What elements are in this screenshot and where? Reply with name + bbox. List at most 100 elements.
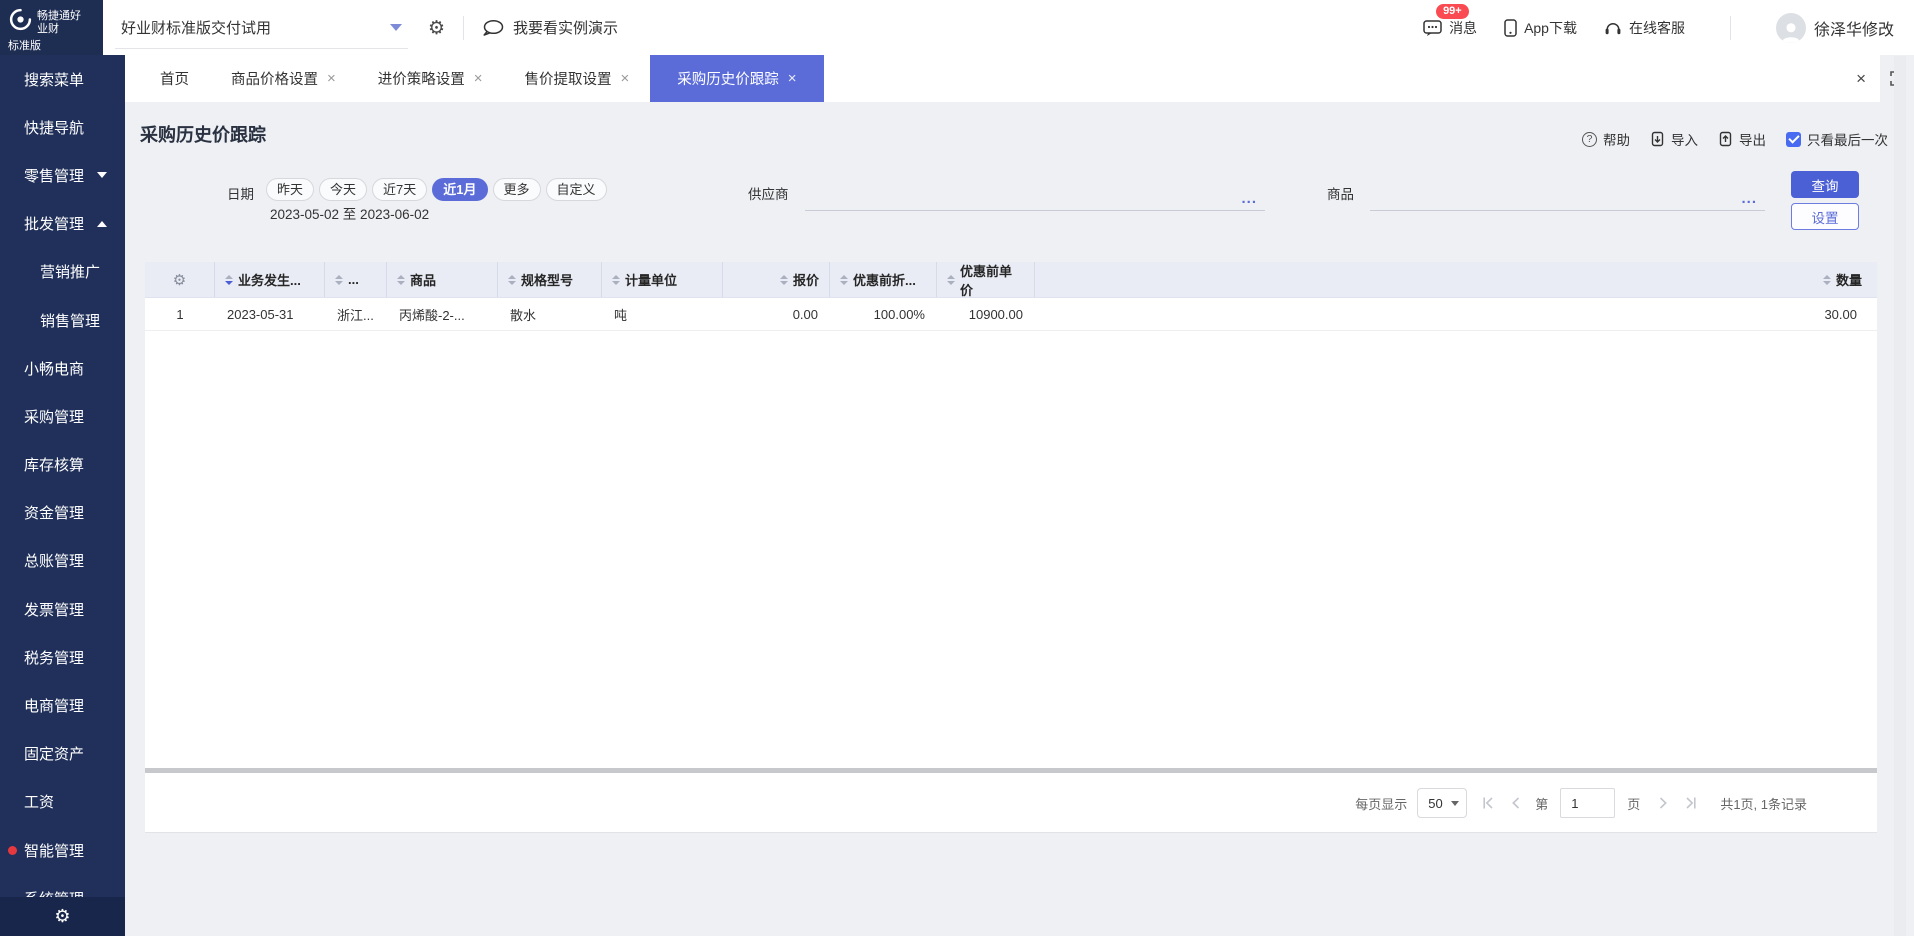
import-button[interactable]: 导入 xyxy=(1650,129,1698,149)
close-icon[interactable]: × xyxy=(327,71,336,86)
sort-icon[interactable] xyxy=(612,274,620,285)
sidebar-item-fixed-assets[interactable]: 固定资产 xyxy=(0,730,125,778)
tab-product-price-settings[interactable]: 商品价格设置 × xyxy=(210,55,357,102)
sidebar-item-marketing-promo[interactable]: 营销推广 xyxy=(0,248,125,296)
range-custom[interactable]: 自定义 xyxy=(545,178,607,201)
sort-icon[interactable] xyxy=(508,274,516,285)
range-today[interactable]: 今天 xyxy=(319,178,368,201)
sidebar-item-inventory-accounting[interactable]: 库存核算 xyxy=(0,441,125,489)
sort-icon[interactable] xyxy=(779,274,788,285)
cell-quote: 0.00 xyxy=(792,306,818,322)
online-support-button[interactable]: 在线客服 xyxy=(1604,18,1685,38)
sidebar-item-search-menu[interactable]: 搜索菜单 xyxy=(0,55,125,103)
supplier-input[interactable]: ... xyxy=(805,177,1265,211)
export-button[interactable]: 导出 xyxy=(1718,129,1766,149)
first-page-button[interactable] xyxy=(1481,796,1495,810)
sidebar-item-retail-mgmt[interactable]: 零售管理 xyxy=(0,151,125,199)
range-more[interactable]: 更多 xyxy=(492,178,541,201)
checkbox-checked-icon[interactable] xyxy=(1786,131,1801,147)
sidebar-item-wholesale-mgmt[interactable]: 批发管理 xyxy=(0,200,125,248)
header-quantity[interactable]: 数量 xyxy=(1035,262,1877,297)
only-last-checkbox[interactable]: 只看最后一次 xyxy=(1786,129,1888,149)
sort-icon[interactable] xyxy=(1822,274,1831,285)
header-pre-discount-price[interactable]: 优惠前单价 xyxy=(937,262,1035,298)
sidebar-item-invoice-mgmt[interactable]: 发票管理 xyxy=(0,585,125,633)
sort-icon[interactable] xyxy=(840,274,848,285)
product-picker-ellipsis[interactable]: ... xyxy=(1741,191,1757,206)
app-download-button[interactable]: App下载 xyxy=(1504,18,1577,38)
supplier-picker-ellipsis[interactable]: ... xyxy=(1241,191,1257,206)
table-row[interactable]: 1 2023-05-31 浙江... 丙烯酸-2-... 散水 吨 0.00 1… xyxy=(145,298,1877,331)
header-unit[interactable]: 计量单位 xyxy=(602,262,723,297)
close-all-tabs-icon[interactable]: × xyxy=(1856,55,1866,102)
close-icon[interactable]: × xyxy=(788,71,797,86)
header-business-date[interactable]: 业务发生... xyxy=(215,262,325,297)
header-pre-discount-rate[interactable]: 优惠前折... xyxy=(830,262,937,297)
page-number-input[interactable] xyxy=(1560,788,1616,818)
sidebar-item-general-ledger[interactable]: 总账管理 xyxy=(0,537,125,585)
sidebar-settings-bar[interactable]: ⚙ xyxy=(0,897,125,936)
close-icon[interactable]: × xyxy=(474,71,483,86)
tab-home[interactable]: 首页 xyxy=(139,55,210,102)
close-icon[interactable]: × xyxy=(621,71,630,86)
sort-icon[interactable] xyxy=(397,274,405,285)
sidebar-item-purchase-mgmt[interactable]: 采购管理 xyxy=(0,392,125,440)
column-settings-header[interactable]: ⚙ xyxy=(145,262,215,297)
range-yesterday[interactable]: 昨天 xyxy=(266,178,315,201)
tab-sale-price-extraction[interactable]: 售价提取设置 × xyxy=(504,55,651,102)
column-gear-icon[interactable]: ⚙ xyxy=(173,271,186,289)
header-quote[interactable]: 报价 xyxy=(723,262,830,297)
settings-button[interactable]: 设置 xyxy=(1791,203,1859,230)
sort-icon[interactable] xyxy=(225,274,233,285)
sidebar-item-sales-mgmt[interactable]: 销售管理 xyxy=(0,296,125,344)
header-product[interactable]: 商品 xyxy=(387,262,498,297)
export-icon xyxy=(1718,131,1733,147)
range-last-month[interactable]: 近1月 xyxy=(432,178,488,201)
speech-bubble-icon xyxy=(482,19,504,37)
help-button[interactable]: ? 帮助 xyxy=(1582,129,1630,149)
per-page-select[interactable]: 50 xyxy=(1417,788,1468,818)
horizontal-scrollbar[interactable] xyxy=(145,768,1877,773)
supplier-filter-label: 供应商 xyxy=(748,187,789,202)
chevron-down-icon xyxy=(1451,800,1460,806)
account-dropdown[interactable]: 好业财标准版交付试用 xyxy=(115,7,408,49)
next-page-button[interactable] xyxy=(1656,796,1670,810)
date-range-value[interactable]: 2023-05-02 至 2023-06-02 xyxy=(270,203,429,223)
vertical-scrollbar[interactable] xyxy=(1894,56,1906,936)
range-last7days[interactable]: 近7天 xyxy=(372,178,428,201)
avatar xyxy=(1775,12,1806,43)
sidebar-item-ecom-mgmt[interactable]: 电商管理 xyxy=(0,681,125,729)
help-icon: ? xyxy=(1582,131,1597,147)
header-supplier-truncated[interactable]: ... xyxy=(325,262,387,297)
per-page-value: 50 xyxy=(1428,795,1443,811)
pagination-bar: 每页显示 50 第 页 共1页, 1条记录 xyxy=(145,774,1877,832)
top-header-bar: 好业财标准版交付试用 ⚙ 我要看实例演示 99+ 消息 App下载 在线客服 徐… xyxy=(103,0,1914,55)
messages-button[interactable]: 99+ 消息 xyxy=(1423,3,1478,38)
messages-label: 消息 xyxy=(1449,19,1478,36)
sort-icon[interactable] xyxy=(335,274,343,285)
import-icon xyxy=(1650,131,1665,147)
sidebar-item-payroll[interactable]: 工资 xyxy=(0,778,125,826)
sidebar-item-smart-mgmt[interactable]: 智能管理 xyxy=(0,826,125,874)
date-filter-label: 日期 xyxy=(227,187,254,202)
tab-purchase-price-strategy[interactable]: 进价策略设置 × xyxy=(357,55,504,102)
cell-product: 丙烯酸-2-... xyxy=(399,307,465,323)
query-button[interactable]: 查询 xyxy=(1791,171,1859,198)
tab-purchase-history-price[interactable]: 采购历史价跟踪 × xyxy=(650,55,824,102)
demo-link[interactable]: 我要看实例演示 xyxy=(482,17,618,38)
settings-gear-icon[interactable]: ⚙ xyxy=(428,17,445,39)
last-page-button[interactable] xyxy=(1684,796,1698,810)
sidebar-item-funds-mgmt[interactable]: 资金管理 xyxy=(0,489,125,537)
cell-pre-discount-price: 10900.00 xyxy=(968,306,1023,322)
sidebar-item-tax-mgmt[interactable]: 税务管理 xyxy=(0,633,125,681)
sort-icon[interactable] xyxy=(947,274,955,285)
header-spec-model[interactable]: 规格型号 xyxy=(498,262,602,297)
prev-page-button[interactable] xyxy=(1509,796,1523,810)
sidebar-nav: 搜索菜单 快捷导航 零售管理 批发管理 营销推广 销售管理 小畅电商 采购管理 … xyxy=(0,55,125,936)
tab-bar: 首页 商品价格设置 × 进价策略设置 × 售价提取设置 × 采购历史价跟踪 × × xyxy=(125,55,1880,102)
headset-icon xyxy=(1604,20,1622,36)
sidebar-item-quick-nav[interactable]: 快捷导航 xyxy=(0,103,125,151)
user-menu[interactable]: 徐泽华修改 xyxy=(1775,12,1894,43)
sidebar-item-xiaochang-ecom[interactable]: 小畅电商 xyxy=(0,344,125,392)
product-input[interactable]: ... xyxy=(1370,177,1765,211)
